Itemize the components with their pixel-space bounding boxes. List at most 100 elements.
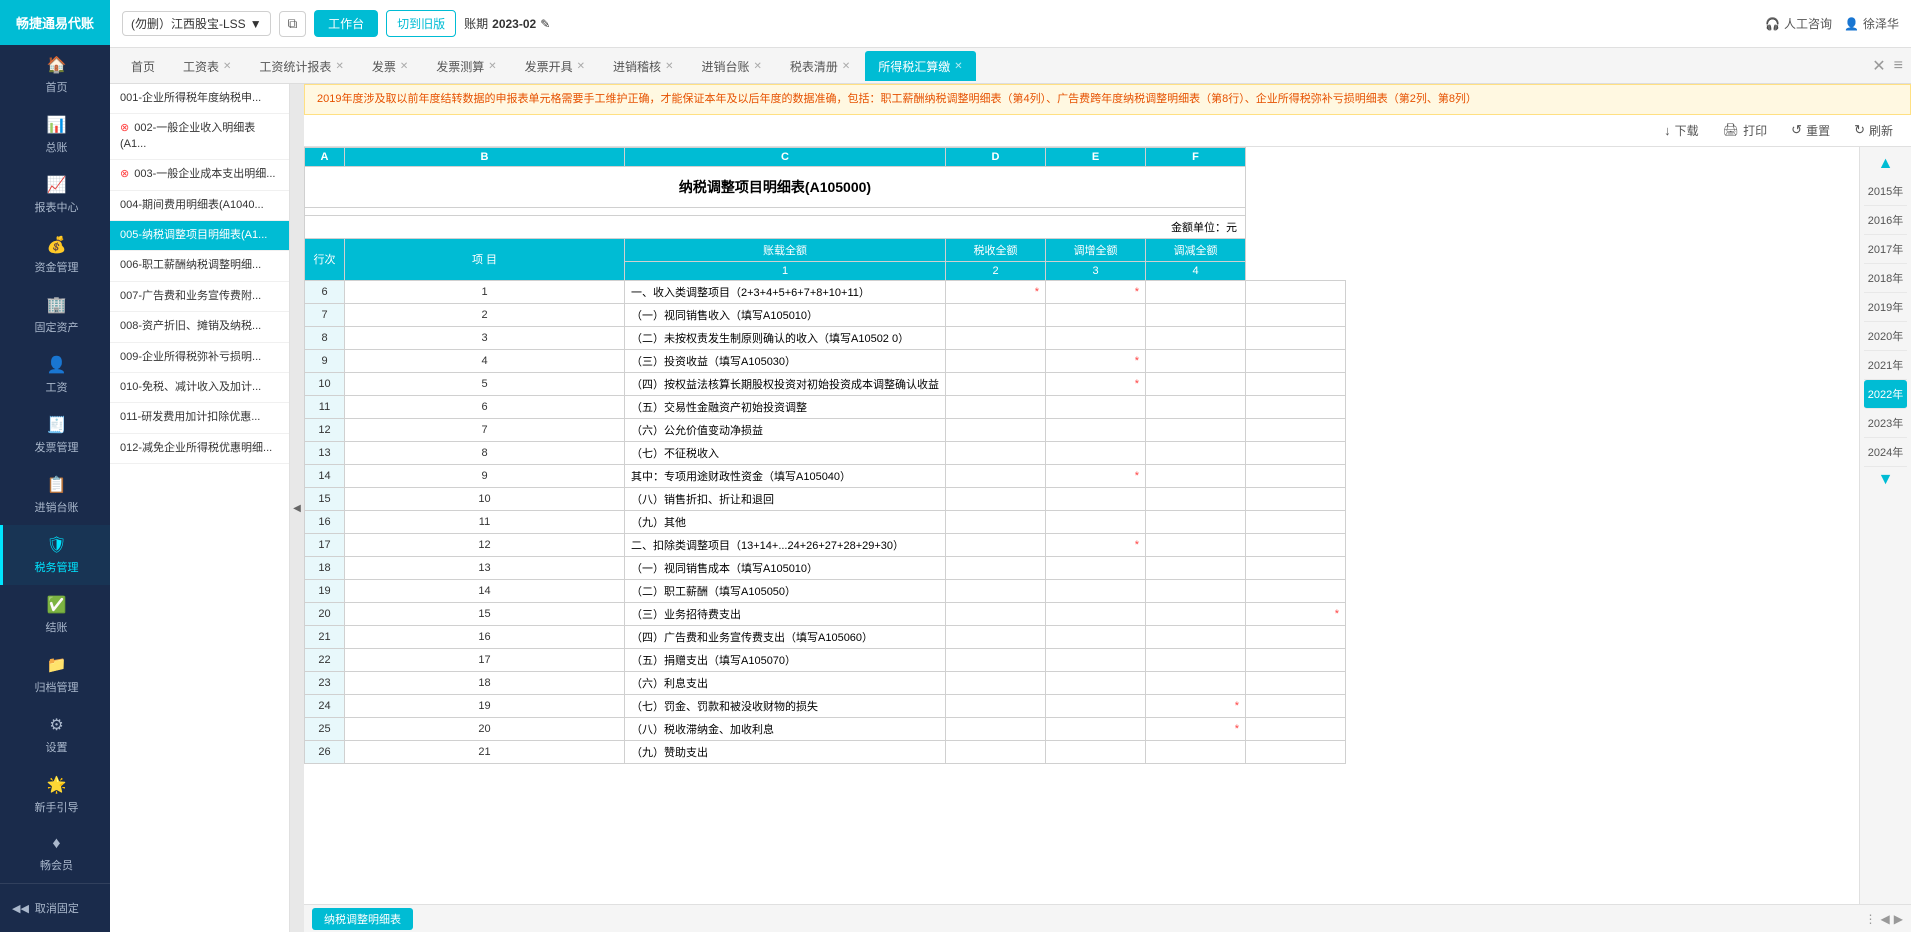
value-cell-col3[interactable] bbox=[1146, 326, 1246, 349]
tab-audit-close[interactable]: ✕ bbox=[665, 61, 673, 72]
value-cell-col1[interactable] bbox=[946, 671, 1046, 694]
left-panel-toggle[interactable]: ◀ bbox=[290, 84, 304, 932]
left-item-002[interactable]: ⊗ 002-一般企业收入明细表(A1... bbox=[110, 114, 289, 160]
item-cell[interactable]: （八）税收滞纳金、加收利息 bbox=[625, 717, 946, 740]
tabbar-more-icon[interactable]: ≡ bbox=[1894, 57, 1903, 75]
value-cell-col1[interactable] bbox=[946, 418, 1046, 441]
value-cell-col1[interactable] bbox=[946, 441, 1046, 464]
item-cell[interactable]: （四）广告费和业务宣传费支出（填写A105060） bbox=[625, 625, 946, 648]
value-cell-col3[interactable] bbox=[1146, 349, 1246, 372]
year-item[interactable]: 2024年 bbox=[1864, 438, 1907, 467]
item-cell[interactable]: （二）职工薪酬（填写A105050） bbox=[625, 579, 946, 602]
tab-tax-list-close[interactable]: ✕ bbox=[842, 61, 850, 72]
tab-purchase-ledger-close[interactable]: ✕ bbox=[753, 61, 761, 72]
sidebar-item-asset[interactable]: 🏢 固定资产 bbox=[0, 285, 110, 345]
sidebar-item-fund[interactable]: 💰 资金管理 bbox=[0, 225, 110, 285]
value-cell-col2[interactable] bbox=[1046, 556, 1146, 579]
print-button[interactable]: 🖨 打印 bbox=[1717, 119, 1774, 142]
value-cell-col3[interactable] bbox=[1146, 602, 1246, 625]
item-cell[interactable]: （九）赞助支出 bbox=[625, 740, 946, 763]
value-cell-col4[interactable] bbox=[1246, 441, 1346, 464]
item-cell[interactable]: （七）不征税收入 bbox=[625, 441, 946, 464]
item-cell[interactable]: （七）罚金、罚款和被没收财物的损失 bbox=[625, 694, 946, 717]
tab-salary[interactable]: 工资表 ✕ bbox=[170, 51, 244, 81]
value-cell-col4[interactable] bbox=[1246, 395, 1346, 418]
unpin-button[interactable]: ◀◀ 取消固定 bbox=[0, 892, 110, 924]
year-nav-down[interactable]: ▼ bbox=[1874, 467, 1898, 493]
sidebar-item-home[interactable]: 🏠 首页 bbox=[0, 45, 110, 105]
item-cell[interactable]: （二）未按权责发生制原则确认的收入（填写A10502 0） bbox=[625, 326, 946, 349]
year-item[interactable]: 2015年 bbox=[1864, 177, 1907, 206]
year-item[interactable]: 2022年 bbox=[1864, 380, 1907, 409]
value-cell-col4[interactable] bbox=[1246, 648, 1346, 671]
value-cell-col2[interactable] bbox=[1046, 740, 1146, 763]
item-cell[interactable]: （六）利息支出 bbox=[625, 671, 946, 694]
sidebar-item-archive[interactable]: 📁 归档管理 bbox=[0, 645, 110, 705]
period-edit-icon[interactable]: ✎ bbox=[540, 17, 550, 31]
item-cell[interactable]: （三）业务招待费支出 bbox=[625, 602, 946, 625]
sidebar-item-invoice[interactable]: 🧾 发票管理 bbox=[0, 405, 110, 465]
value-cell-col4[interactable] bbox=[1246, 326, 1346, 349]
value-cell-col2[interactable] bbox=[1046, 579, 1146, 602]
sidebar-item-ledger[interactable]: 📊 总账 bbox=[0, 105, 110, 165]
tab-invoice-open-close[interactable]: ✕ bbox=[577, 61, 585, 72]
value-cell-col3[interactable] bbox=[1146, 740, 1246, 763]
value-cell-col2[interactable] bbox=[1046, 648, 1146, 671]
item-cell[interactable]: 一、收入类调整项目（2+3+4+5+6+7+8+10+11） bbox=[625, 280, 946, 303]
item-cell[interactable]: （一）视同销售成本（填写A105010） bbox=[625, 556, 946, 579]
item-cell[interactable]: 二、扣除类调整项目（13+14+...24+26+27+28+29+30） bbox=[625, 533, 946, 556]
year-item[interactable]: 2017年 bbox=[1864, 235, 1907, 264]
sidebar-item-guide[interactable]: 🌟 新手引导 bbox=[0, 765, 110, 825]
value-cell-col3[interactable] bbox=[1146, 579, 1246, 602]
value-cell-col1[interactable] bbox=[946, 464, 1046, 487]
value-cell-col1[interactable] bbox=[946, 648, 1046, 671]
workbench-button[interactable]: 工作台 bbox=[314, 10, 378, 37]
value-cell-col3[interactable]: * bbox=[1146, 694, 1246, 717]
value-cell-col4[interactable] bbox=[1246, 510, 1346, 533]
sidebar-item-report[interactable]: 📈 报表中心 bbox=[0, 165, 110, 225]
value-cell-col4[interactable] bbox=[1246, 487, 1346, 510]
value-cell-col4[interactable] bbox=[1246, 280, 1346, 303]
value-cell-col4[interactable] bbox=[1246, 671, 1346, 694]
value-cell-col1[interactable] bbox=[946, 487, 1046, 510]
left-item-010[interactable]: 010-免税、减计收入及加计... bbox=[110, 373, 289, 403]
value-cell-col4[interactable] bbox=[1246, 740, 1346, 763]
sidebar-item-purchase[interactable]: 📋 进销台账 bbox=[0, 465, 110, 525]
value-cell-col3[interactable] bbox=[1146, 464, 1246, 487]
left-item-006[interactable]: 006-职工薪酬纳税调整明细... bbox=[110, 251, 289, 281]
value-cell-col4[interactable] bbox=[1246, 694, 1346, 717]
tab-invoice-calc[interactable]: 发票测算 ✕ bbox=[423, 51, 509, 81]
sidebar-item-tax[interactable]: 🛡 税务管理 bbox=[0, 525, 110, 585]
company-selector[interactable]: (勿删）江西股宝-LSS ▼ bbox=[122, 11, 271, 36]
value-cell-col2[interactable] bbox=[1046, 418, 1146, 441]
value-cell-col1[interactable] bbox=[946, 372, 1046, 395]
value-cell-col3[interactable] bbox=[1146, 395, 1246, 418]
bottom-tab-adjust[interactable]: 纳税调整明细表 bbox=[312, 908, 413, 930]
year-item[interactable]: 2019年 bbox=[1864, 293, 1907, 322]
sidebar-item-member[interactable]: ♦ 畅会员 bbox=[0, 825, 110, 883]
refresh-button[interactable]: ↻ 刷新 bbox=[1848, 119, 1899, 142]
value-cell-col3[interactable] bbox=[1146, 487, 1246, 510]
item-cell[interactable]: （六）公允价值变动净损益 bbox=[625, 418, 946, 441]
item-cell[interactable]: （五）捐赠支出（填写A105070） bbox=[625, 648, 946, 671]
value-cell-col1[interactable]: * bbox=[946, 280, 1046, 303]
value-cell-col1[interactable] bbox=[946, 602, 1046, 625]
value-cell-col3[interactable] bbox=[1146, 510, 1246, 533]
tab-salary-report-close[interactable]: ✕ bbox=[335, 61, 343, 72]
value-cell-col4[interactable] bbox=[1246, 579, 1346, 602]
left-item-005[interactable]: 005-纳税调整项目明细表(A1... bbox=[110, 221, 289, 251]
value-cell-col4[interactable]: * bbox=[1246, 602, 1346, 625]
tab-invoice[interactable]: 发票 ✕ bbox=[359, 51, 421, 81]
value-cell-col3[interactable] bbox=[1146, 372, 1246, 395]
item-cell[interactable]: 其中：专项用途财政性资金（填写A105040） bbox=[625, 464, 946, 487]
sidebar-item-settlement[interactable]: ✅ 结账 bbox=[0, 585, 110, 645]
value-cell-col1[interactable] bbox=[946, 510, 1046, 533]
value-cell-col3[interactable] bbox=[1146, 441, 1246, 464]
value-cell-col1[interactable] bbox=[946, 717, 1046, 740]
item-cell[interactable]: （三）投资收益（填写A105030） bbox=[625, 349, 946, 372]
tab-invoice-close[interactable]: ✕ bbox=[400, 61, 408, 72]
customer-service-button[interactable]: 🎧 人工咨询 bbox=[1765, 15, 1832, 32]
value-cell-col4[interactable] bbox=[1246, 533, 1346, 556]
tab-salary-report[interactable]: 工资统计报表 ✕ bbox=[246, 51, 356, 81]
value-cell-col3[interactable] bbox=[1146, 556, 1246, 579]
